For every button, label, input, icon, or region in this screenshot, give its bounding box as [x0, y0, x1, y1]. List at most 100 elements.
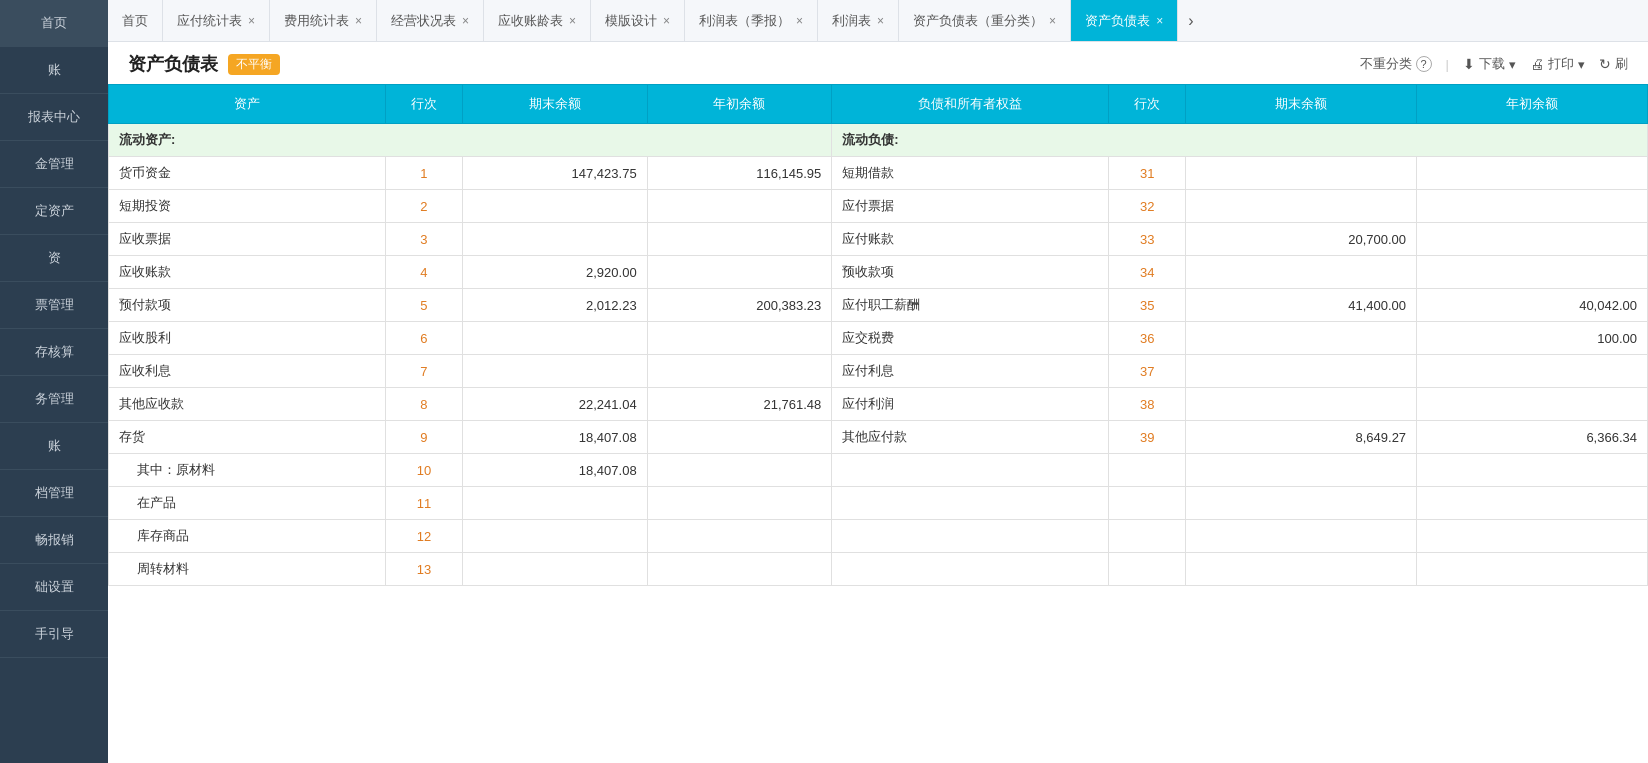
sidebar-item-assets[interactable]: 资 [0, 235, 108, 282]
right-year-start [1417, 520, 1648, 553]
left-year-start [647, 520, 832, 553]
left-period-end [462, 322, 647, 355]
refresh-button[interactable]: ↻ 刷 [1599, 55, 1628, 73]
download-button[interactable]: ⬇ 下载 ▾ [1463, 55, 1516, 73]
tab-close-profit[interactable]: × [877, 14, 884, 28]
table-row: 短期投资 2 应付票据 32 [109, 190, 1648, 223]
tab-profit-quarterly[interactable]: 利润表（季报） × [685, 0, 818, 42]
classification-dropdown[interactable]: 不重分类 ? [1360, 55, 1432, 73]
right-period-end [1186, 487, 1417, 520]
right-item-name: 应付利润 [832, 388, 1109, 421]
sidebar-item-settings[interactable]: 础设置 [0, 564, 108, 611]
left-period-end [462, 487, 647, 520]
sidebar-item-ledger[interactable]: 账 [0, 423, 108, 470]
left-item-name: 存货 [109, 421, 386, 454]
left-period-end: 2,012.23 [462, 289, 647, 322]
download-chevron-icon: ▾ [1509, 57, 1516, 72]
table-row: 应收票据 3 应付账款 33 20,700.00 [109, 223, 1648, 256]
left-item-name: 预付款项 [109, 289, 386, 322]
right-item-name: 应付职工薪酬 [832, 289, 1109, 322]
right-row-num: 36 [1109, 322, 1186, 355]
left-year-start [647, 223, 832, 256]
right-item-name [832, 520, 1109, 553]
col-period-end: 期末余额 [462, 85, 647, 124]
right-row-num [1109, 487, 1186, 520]
tab-payable-stats[interactable]: 应付统计表 × [163, 0, 270, 42]
sidebar-item-guide[interactable]: 手引导 [0, 611, 108, 658]
table-row: 预付款项 5 2,012.23 200,383.23 应付职工薪酬 35 41,… [109, 289, 1648, 322]
col-liabilities: 负债和所有者权益 [832, 85, 1109, 124]
left-item-name: 应收账款 [109, 256, 386, 289]
right-item-name: 预收款项 [832, 256, 1109, 289]
left-item-name: 其中：原材料 [109, 454, 386, 487]
table-row: 在产品 11 [109, 487, 1648, 520]
sidebar-item-inventory[interactable]: 存核算 [0, 329, 108, 376]
right-year-start [1417, 553, 1648, 586]
col-period-end2: 期末余额 [1186, 85, 1417, 124]
left-row-num: 5 [386, 289, 463, 322]
tab-more-button[interactable]: › [1178, 12, 1203, 30]
tab-balance-reclassified[interactable]: 资产负债表（重分类） × [899, 0, 1071, 42]
tab-close-receivable-aging[interactable]: × [569, 14, 576, 28]
right-year-start [1417, 487, 1648, 520]
right-item-name [832, 553, 1109, 586]
sidebar-item-ticket-mgmt[interactable]: 票管理 [0, 282, 108, 329]
sidebar-item-fixed-assets[interactable]: 定资产 [0, 188, 108, 235]
tab-profit[interactable]: 利润表 × [818, 0, 899, 42]
left-period-end: 18,407.08 [462, 454, 647, 487]
tab-expense-stats[interactable]: 费用统计表 × [270, 0, 377, 42]
left-item-name: 应收票据 [109, 223, 386, 256]
sidebar-item-report-center[interactable]: 报表中心 [0, 94, 108, 141]
sidebar-item-archive[interactable]: 档管理 [0, 470, 108, 517]
print-button[interactable]: 🖨 打印 ▾ [1530, 55, 1585, 73]
left-item-name: 应收利息 [109, 355, 386, 388]
help-icon[interactable]: ? [1416, 56, 1432, 72]
sidebar-item-fund-mgmt[interactable]: 金管理 [0, 141, 108, 188]
right-year-start [1417, 223, 1648, 256]
right-year-start [1417, 190, 1648, 223]
tab-close-operations[interactable]: × [462, 14, 469, 28]
left-period-end [462, 355, 647, 388]
left-item-name: 应收股利 [109, 322, 386, 355]
left-period-end [462, 223, 647, 256]
tab-close-template-design[interactable]: × [663, 14, 670, 28]
tab-close-balance[interactable]: × [1156, 14, 1163, 28]
tab-operations[interactable]: 经营状况表 × [377, 0, 484, 42]
sidebar-item-biz-mgmt[interactable]: 务管理 [0, 376, 108, 423]
left-period-end [462, 520, 647, 553]
col-assets: 资产 [109, 85, 386, 124]
col-year-start2: 年初余额 [1417, 85, 1648, 124]
table-row: 货币资金 1 147,423.75 116,145.95 短期借款 31 [109, 157, 1648, 190]
sidebar-item-home[interactable]: 首页 [0, 0, 108, 47]
sidebar-item-expense[interactable]: 畅报销 [0, 517, 108, 564]
left-period-end: 22,241.04 [462, 388, 647, 421]
right-year-start [1417, 388, 1648, 421]
right-item-name: 应付利息 [832, 355, 1109, 388]
tab-template-design[interactable]: 模版设计 × [591, 0, 685, 42]
right-period-end [1186, 355, 1417, 388]
tab-close-expense-stats[interactable]: × [355, 14, 362, 28]
left-row-num: 6 [386, 322, 463, 355]
tab-close-profit-quarterly[interactable]: × [796, 14, 803, 28]
right-year-start: 40,042.00 [1417, 289, 1648, 322]
left-period-end [462, 553, 647, 586]
left-row-num: 13 [386, 553, 463, 586]
right-period-end [1186, 190, 1417, 223]
tab-home[interactable]: 首页 [108, 0, 163, 42]
left-row-num: 7 [386, 355, 463, 388]
table-row: 其中：原材料 10 18,407.08 [109, 454, 1648, 487]
sidebar-item-account[interactable]: 账 [0, 47, 108, 94]
right-period-end: 8,649.27 [1186, 421, 1417, 454]
tab-balance[interactable]: 资产负债表 × [1071, 0, 1178, 42]
right-period-end [1186, 157, 1417, 190]
table-row: 应收利息 7 应付利息 37 [109, 355, 1648, 388]
right-year-start [1417, 157, 1648, 190]
right-year-start: 100.00 [1417, 322, 1648, 355]
tab-close-balance-reclassified[interactable]: × [1049, 14, 1056, 28]
left-row-num: 12 [386, 520, 463, 553]
right-year-start [1417, 355, 1648, 388]
tab-receivable-aging[interactable]: 应收账龄表 × [484, 0, 591, 42]
tab-close-payable-stats[interactable]: × [248, 14, 255, 28]
left-year-start: 21,761.48 [647, 388, 832, 421]
right-row-num: 35 [1109, 289, 1186, 322]
